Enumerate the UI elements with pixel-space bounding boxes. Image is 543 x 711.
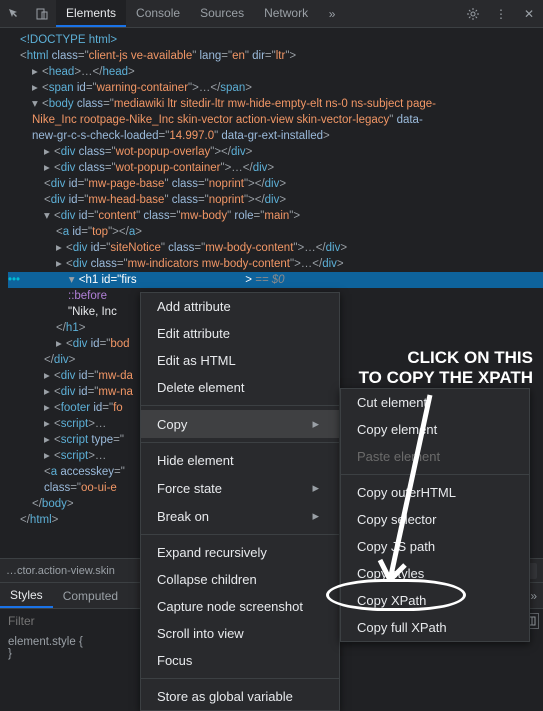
ctx-scroll-into-view[interactable]: Scroll into view [141, 620, 339, 647]
ctx-capture-screenshot[interactable]: Capture node screenshot [141, 593, 339, 620]
ctx-delete-element[interactable]: Delete element [141, 374, 339, 401]
ctx-add-attribute[interactable]: Add attribute [141, 293, 339, 320]
ctx-separator [141, 405, 339, 406]
close-icon[interactable]: ✕ [515, 0, 543, 28]
ctx-paste-element: Paste element [341, 443, 531, 470]
ctx-copy-js-path[interactable]: Copy JS path [341, 533, 531, 560]
ctx-separator [141, 442, 339, 443]
gear-icon[interactable] [459, 0, 487, 28]
ctx-copy-xpath[interactable]: Copy XPath [341, 587, 531, 614]
dom-node[interactable]: ▸<div class="wot-popup-container">…</div… [8, 160, 543, 176]
ctx-copy-full-xpath[interactable]: Copy full XPath [341, 614, 531, 641]
ctx-separator [141, 678, 339, 679]
dom-node[interactable]: <div id="mw-head-base" class="noprint"><… [8, 192, 543, 208]
kebab-icon[interactable]: ⋮ [487, 0, 515, 28]
dom-node[interactable]: <a id="top"></a> [8, 224, 543, 240]
tab-network[interactable]: Network [254, 0, 318, 27]
tab-computed[interactable]: Computed [53, 583, 128, 608]
chevron-right-icon: ▸ [312, 480, 319, 496]
dom-node[interactable]: ▸<div class="mw-indicators mw-body-conte… [8, 256, 543, 272]
dom-node[interactable]: ▾<body class="mediawiki ltr sitedir-ltr … [8, 96, 543, 112]
more-tabs-icon[interactable]: » [318, 0, 346, 28]
dom-node[interactable]: ▾<div id="content" class="mw-body" role=… [8, 208, 543, 224]
chevron-right-icon: ▸ [312, 508, 319, 524]
tab-elements[interactable]: Elements [56, 0, 126, 27]
inspect-icon[interactable] [0, 0, 28, 28]
ctx-separator [341, 474, 529, 475]
ctx-copy-element[interactable]: Copy element [341, 416, 531, 443]
ctx-copy-outerhtml[interactable]: Copy outerHTML [341, 479, 531, 506]
ctx-cut-element[interactable]: Cut element [341, 389, 531, 416]
tab-styles[interactable]: Styles [0, 583, 53, 608]
dom-node[interactable]: <html class="client-js ve-available" lan… [8, 48, 543, 64]
dom-node[interactable]: <div id="mw-page-base" class="noprint"><… [8, 176, 543, 192]
ctx-focus[interactable]: Focus [141, 647, 339, 674]
dom-node[interactable]: ▸<div id="siteNotice" class="mw-body-con… [8, 240, 543, 256]
tab-sources[interactable]: Sources [190, 0, 254, 27]
dom-node[interactable]: <!DOCTYPE html> [8, 32, 543, 48]
ctx-edit-as-html[interactable]: Edit as HTML [141, 347, 339, 374]
context-submenu-copy: Cut element Copy element Paste element C… [340, 388, 530, 642]
dom-node-selected[interactable]: ••• ▾<h1 id="firs > == $0 [8, 272, 543, 288]
ctx-edit-attribute[interactable]: Edit attribute [141, 320, 339, 347]
devtools-toolbar: Elements Console Sources Network » ⋮ ✕ [0, 0, 543, 28]
context-menu: Add attribute Edit attribute Edit as HTM… [140, 292, 340, 711]
ctx-copy-styles[interactable]: Copy styles [341, 560, 531, 587]
ctx-store-global[interactable]: Store as global variable [141, 683, 339, 710]
more-styles-tabs-icon[interactable]: » [530, 589, 537, 603]
panel-tabs: Elements Console Sources Network » [56, 0, 346, 27]
ctx-hide-element[interactable]: Hide element [141, 447, 339, 474]
ctx-copy-selector[interactable]: Copy selector [341, 506, 531, 533]
breadcrumb-ellipsis[interactable]: … [6, 565, 17, 577]
ctx-collapse-children[interactable]: Collapse children [141, 566, 339, 593]
ctx-separator [141, 534, 339, 535]
ctx-break-on[interactable]: Break on▸ [141, 502, 339, 530]
ctx-expand-recursively[interactable]: Expand recursively [141, 539, 339, 566]
ctx-force-state[interactable]: Force state▸ [141, 474, 339, 502]
dom-node-cont: new-gr-c-s-check-loaded="14.997.0" data-… [8, 128, 543, 144]
dom-node[interactable]: ▸<span id="warning-container">…</span> [8, 80, 543, 96]
dom-node[interactable]: ▸<div class="wot-popup-overlay"></div> [8, 144, 543, 160]
dom-node[interactable]: ▸<head>…</head> [8, 64, 543, 80]
ctx-copy[interactable]: Copy▸ [141, 410, 339, 438]
tab-console[interactable]: Console [126, 0, 190, 27]
device-toggle-icon[interactable] [28, 0, 56, 28]
chevron-right-icon: ▸ [312, 416, 319, 432]
dom-node-cont: Nike_Inc rootpage-Nike_Inc skin-vector a… [8, 112, 543, 128]
